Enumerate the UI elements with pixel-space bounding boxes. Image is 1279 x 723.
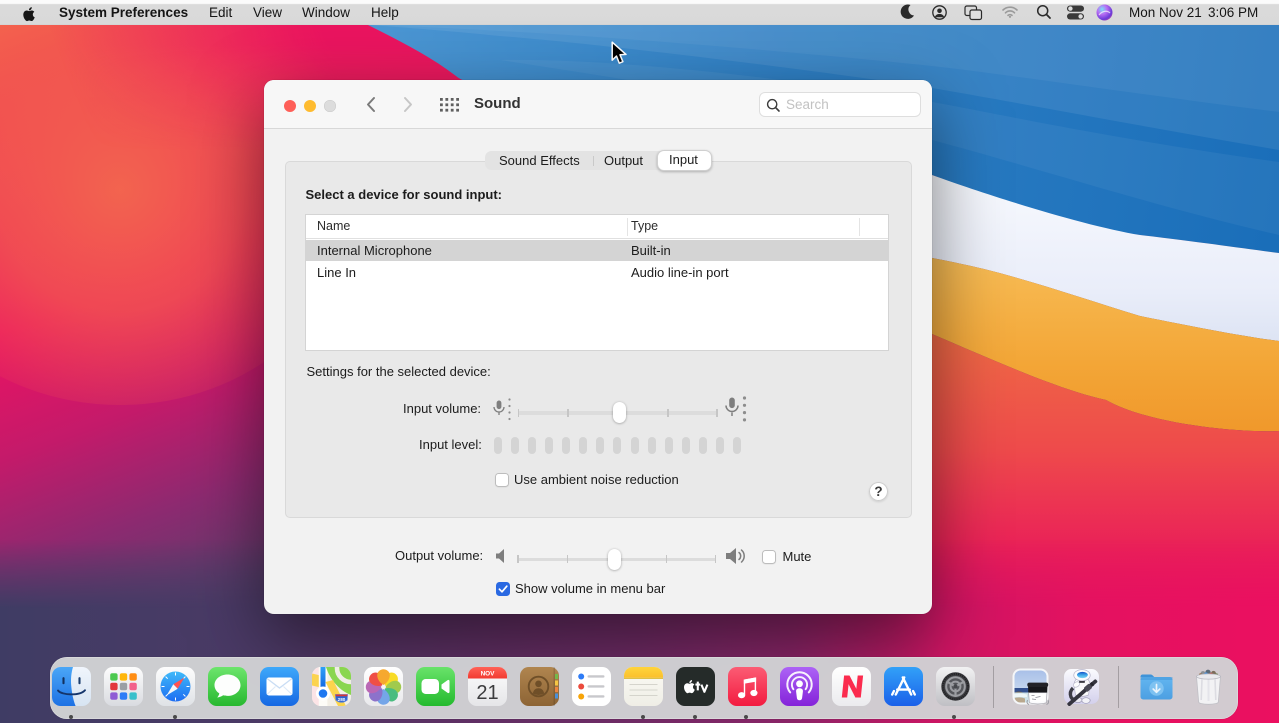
svg-text:280: 280 [337, 697, 345, 702]
svg-text:NOV: NOV [480, 671, 495, 678]
svg-text:21: 21 [476, 682, 498, 704]
